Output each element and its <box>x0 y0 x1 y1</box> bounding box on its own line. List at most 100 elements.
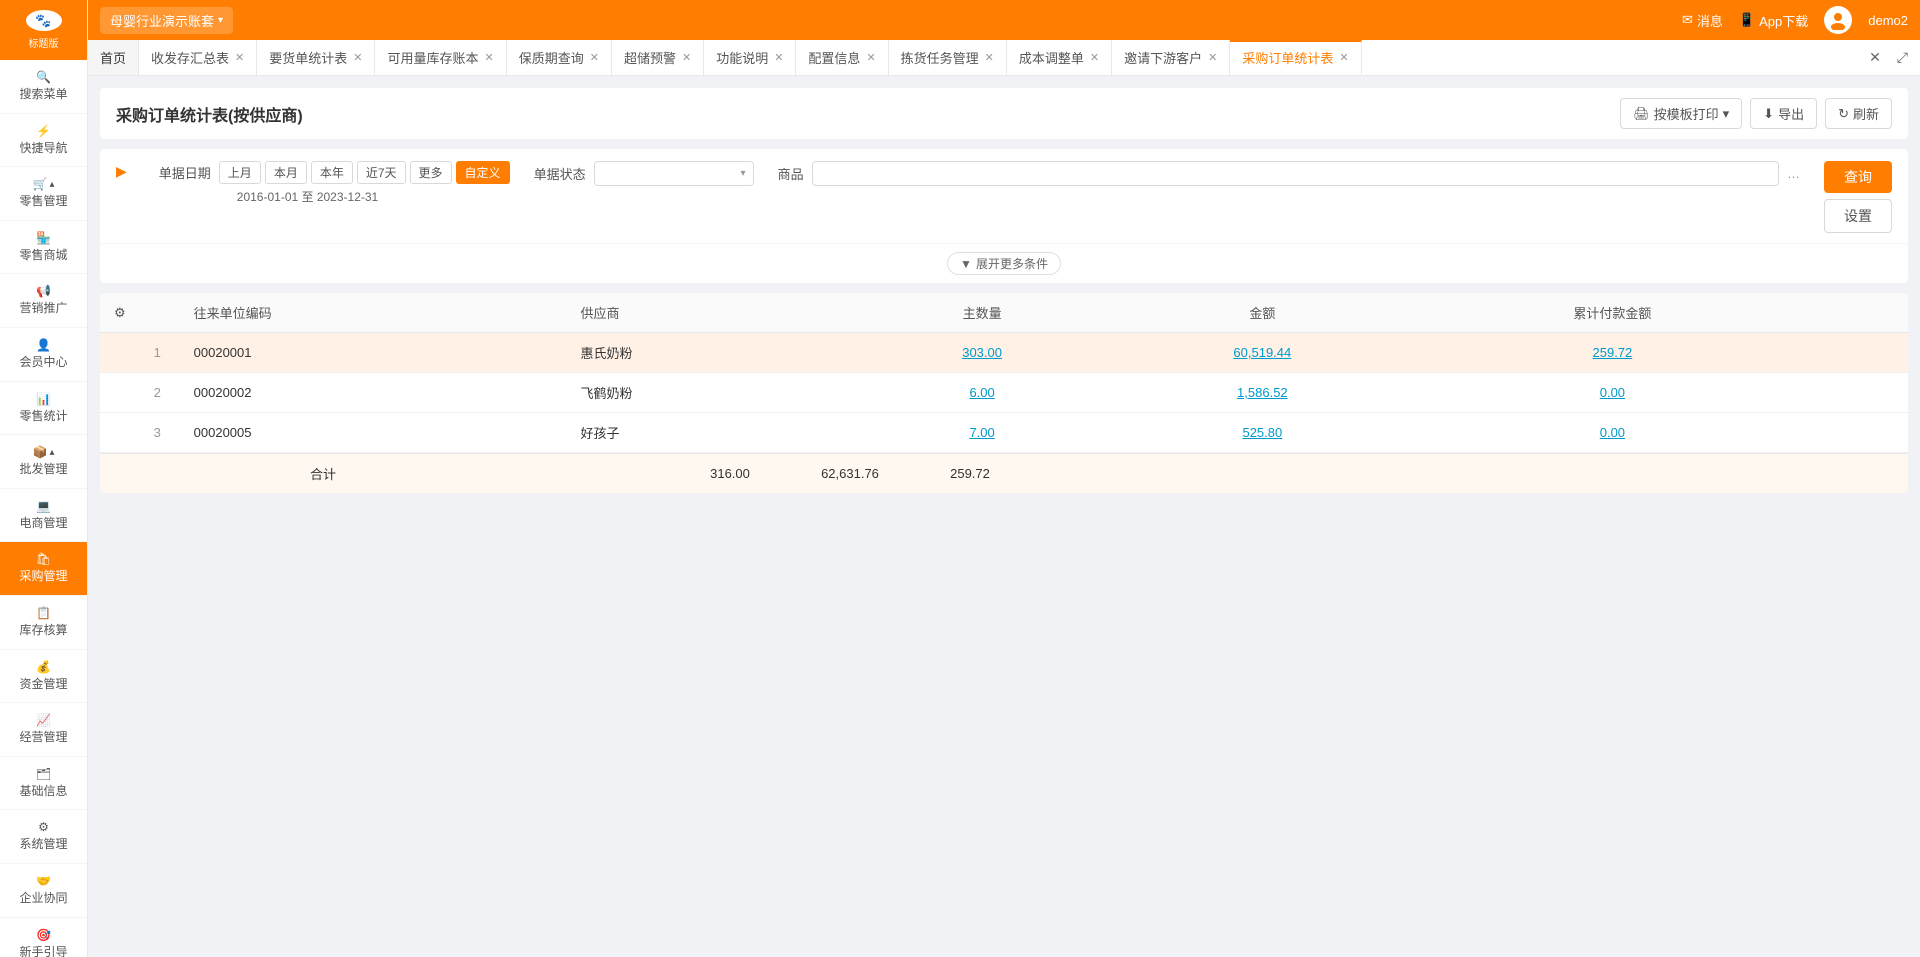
date-btn-7days[interactable]: 近7天 <box>357 161 406 184</box>
th-code: 往来单位编码 <box>180 293 567 333</box>
sidebar-item-retail-mall[interactable]: 🏪 零售商城 <box>0 221 87 275</box>
sidebar-item-retail[interactable]: 🛒 ▴ 零售管理 <box>0 167 87 221</box>
date-btn-this-year[interactable]: 本年 <box>311 161 353 184</box>
sidebar-item-purchase[interactable]: 🛍 采购管理 <box>0 542 87 596</box>
date-btn-custom[interactable]: 自定义 <box>456 161 510 184</box>
table-header: ⚙ 往来单位编码 供应商 主数量 金额 累计付款金额 <box>100 293 1908 333</box>
sidebar-item-new-guide[interactable]: 🎯 新手引导 <box>0 918 87 957</box>
message-btn[interactable]: ✉ 消息 <box>1682 11 1723 30</box>
sidebar-item-enterprise[interactable]: 🤝 企业协同 <box>0 864 87 918</box>
tab-close-cost-adjust[interactable]: ✕ <box>1090 51 1099 64</box>
sidebar-item-label-basic-info: 基础信息 <box>19 784 67 800</box>
tab-stock-ledger[interactable]: 可用量库存账本✕ <box>375 40 506 76</box>
filter-expand-icon[interactable]: ▶ <box>116 163 127 180</box>
expand-more-btn[interactable]: ▼ 展开更多条件 <box>947 252 1061 275</box>
sidebar: 🐾 标题版 🔍 搜索菜单 ⚡ 快捷导航 🛒 ▴ 零售管理 🏪 零售商城 📢 营 <box>0 0 88 957</box>
sidebar-item-finance[interactable]: 💰 资金管理 <box>0 650 87 704</box>
expand-tab-icon[interactable]: ⤢ <box>1893 47 1912 68</box>
date-btn-more[interactable]: 更多 <box>410 161 452 184</box>
tabbar: 首页收发存汇总表✕要货单统计表✕可用量库存账本✕保质期查询✕超储预警✕功能说明✕… <box>88 40 1920 76</box>
tab-close-receivable[interactable]: ✕ <box>235 51 244 64</box>
tab-close-goods-stats[interactable]: ✕ <box>353 51 362 64</box>
basic-info-icon: 🗂 <box>36 767 51 781</box>
sidebar-item-operations[interactable]: 📈 经营管理 <box>0 703 87 757</box>
sidebar-item-promotion[interactable]: 📢 营销推广 <box>0 274 87 328</box>
tab-expiry-query[interactable]: 保质期查询✕ <box>507 40 612 76</box>
table-row[interactable]: 2 00020002 飞鹤奶粉 6.00 1,586.52 0.00 <box>100 373 1908 413</box>
page-actions: 🖨 按模板打印 ▾ ⬇ 导出 ↻ 刷新 <box>1620 98 1892 129</box>
tab-purchase-stats[interactable]: 采购订单统计表✕ <box>1230 40 1361 76</box>
row-qty-cell: 7.00 <box>858 413 1105 453</box>
sidebar-item-ecommerce[interactable]: 💻 电商管理 <box>0 489 87 543</box>
username-label[interactable]: demo2 <box>1868 13 1908 28</box>
tab-close-pick-task[interactable]: ✕ <box>985 51 994 64</box>
tab-close-stock-ledger[interactable]: ✕ <box>485 51 494 64</box>
app-download-btn[interactable]: 📱 App下载 <box>1739 11 1808 30</box>
filter-area: ▶ 单据日期 上月 本月 本年 近7天 更多 自定义 <box>100 149 1908 283</box>
user-avatar[interactable] <box>1824 6 1852 34</box>
date-range-label: 2016-01-01 至 2023-12-31 <box>237 188 378 205</box>
settings-btn[interactable]: 设置 <box>1824 199 1892 233</box>
export-btn[interactable]: ⬇ 导出 <box>1750 98 1817 129</box>
tab-close-func-desc[interactable]: ✕ <box>774 51 783 64</box>
tabbar-actions: ✕ ⤢ <box>1857 47 1920 68</box>
wholesale-arrow-icon: ▴ <box>49 447 54 458</box>
refresh-label: 刷新 <box>1853 104 1879 123</box>
tab-close-config-info[interactable]: ✕ <box>866 51 875 64</box>
table-row[interactable]: 1 00020001 惠氏奶粉 303.00 60,519.44 259.72 <box>100 333 1908 373</box>
tab-label-home: 首页 <box>100 48 126 67</box>
sidebar-item-search[interactable]: 🔍 搜索菜单 <box>0 60 87 114</box>
tab-config-info[interactable]: 配置信息✕ <box>796 40 888 76</box>
date-btn-last-month[interactable]: 上月 <box>219 161 261 184</box>
tab-invite-downstream[interactable]: 邀请下游客户✕ <box>1112 40 1230 76</box>
sidebar-item-sys-mgmt[interactable]: ⚙ 系统管理 <box>0 810 87 864</box>
row-extra-cell <box>1806 413 1908 453</box>
sidebar-item-member[interactable]: 👤 会员中心 <box>0 328 87 382</box>
tab-pick-task[interactable]: 拣货任务管理✕ <box>889 40 1007 76</box>
goods-input[interactable] <box>812 161 1779 186</box>
data-table: ⚙ 往来单位编码 供应商 主数量 金额 累计付款金额 1 00020001 惠氏… <box>100 293 1908 453</box>
sidebar-item-inventory[interactable]: 📋 库存核算 <box>0 596 87 650</box>
row-paid-cell: 0.00 <box>1419 373 1806 413</box>
table-body: 1 00020001 惠氏奶粉 303.00 60,519.44 259.72 … <box>100 333 1908 453</box>
sidebar-item-retail-stats[interactable]: 📊 零售统计 <box>0 382 87 436</box>
table-row[interactable]: 3 00020005 好孩子 7.00 525.80 0.00 <box>100 413 1908 453</box>
tab-receivable[interactable]: 收发存汇总表✕ <box>139 40 257 76</box>
date-btn-this-month[interactable]: 本月 <box>265 161 307 184</box>
column-settings-icon[interactable]: ⚙ <box>114 305 126 320</box>
date-filter-group: 单据日期 上月 本月 本年 近7天 更多 自定义 <box>159 161 510 184</box>
row-num-cell: 3 <box>140 413 180 453</box>
tab-goods-stats[interactable]: 要货单统计表✕ <box>257 40 375 76</box>
page-title: 采购订单统计表(按供应商) <box>116 102 303 126</box>
th-extra <box>1806 293 1908 333</box>
goods-more-icon[interactable]: … <box>1787 166 1800 181</box>
tab-cost-adjust[interactable]: 成本调整单✕ <box>1007 40 1112 76</box>
date-label: 单据日期 <box>159 163 211 182</box>
footer-values: 316.00 62,631.76 259.72 <box>670 466 1894 481</box>
row-amount-cell: 1,586.52 <box>1106 373 1419 413</box>
goods-label: 商品 <box>778 164 804 183</box>
row-settings-cell <box>100 333 140 373</box>
footer-amount: 62,631.76 <box>790 466 910 481</box>
tab-home[interactable]: 首页 <box>88 40 139 76</box>
sidebar-item-basic-info[interactable]: 🗂 基础信息 <box>0 757 87 811</box>
sidebar-item-shortcut[interactable]: ⚡ 快捷导航 <box>0 114 87 168</box>
refresh-btn[interactable]: ↻ 刷新 <box>1825 98 1892 129</box>
tab-overstock[interactable]: 超储预警✕ <box>612 40 704 76</box>
tab-close-expiry-query[interactable]: ✕ <box>590 51 599 64</box>
tab-func-desc[interactable]: 功能说明✕ <box>704 40 796 76</box>
query-btn[interactable]: 查询 <box>1824 161 1892 193</box>
tab-close-invite-downstream[interactable]: ✕ <box>1208 51 1217 64</box>
goods-filter-group: 商品 … <box>778 161 1800 186</box>
sidebar-item-label-retail: 零售管理 <box>19 194 67 210</box>
sidebar-item-wholesale[interactable]: 📦 ▴ 批发管理 <box>0 435 87 489</box>
footer-label: 合计 <box>310 464 670 483</box>
tab-close-purchase-stats[interactable]: ✕ <box>1339 51 1348 64</box>
close-tab-icon[interactable]: ✕ <box>1865 47 1885 68</box>
row-supplier-cell: 飞鹤奶粉 <box>567 373 859 413</box>
tab-close-overstock[interactable]: ✕ <box>682 51 691 64</box>
th-settings[interactable]: ⚙ <box>100 293 140 333</box>
status-select[interactable] <box>594 161 754 186</box>
workspace-selector[interactable]: 母婴行业演示账套 ▾ <box>100 7 233 34</box>
print-btn[interactable]: 🖨 按模板打印 ▾ <box>1620 98 1742 129</box>
